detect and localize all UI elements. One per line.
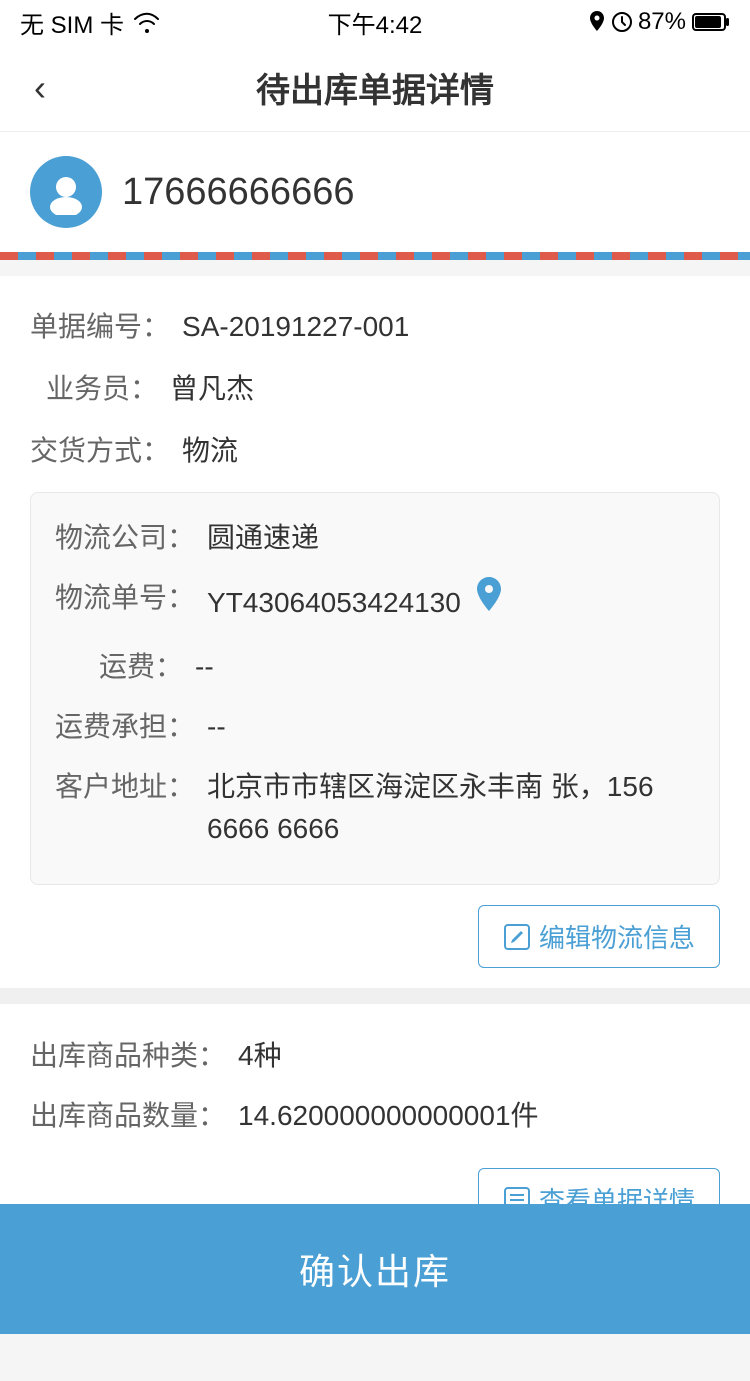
logistics-company-row: 物流公司： 圆通速递 xyxy=(55,517,695,559)
logistics-tracking-label: 物流单号： xyxy=(55,577,207,619)
goods-quantity-value: 14.620000000000001件 xyxy=(238,1094,720,1134)
address-value: 北京市市辖区海淀区永丰南 张，156 6666 6666 xyxy=(207,766,695,850)
goods-types-row: 出库商品种类： 4种 xyxy=(30,1034,720,1074)
logistics-box: 物流公司： 圆通速递 物流单号： YT43064053424130 运费： -- xyxy=(30,492,720,885)
status-left: 无 SIM 卡 xyxy=(20,5,162,40)
logistics-company-label: 物流公司： xyxy=(55,517,207,559)
goods-quantity-label: 出库商品数量： xyxy=(30,1094,238,1134)
address-row: 客户地址： 北京市市辖区海淀区永丰南 张，156 6666 6666 xyxy=(55,766,695,850)
confirm-outbound-button[interactable]: 确认出库 xyxy=(299,1243,451,1295)
goods-quantity-row: 出库商品数量： 14.620000000000001件 xyxy=(30,1094,720,1134)
wifi-icon xyxy=(132,11,162,33)
logistics-tracking-value: YT43064053424130 xyxy=(207,577,695,628)
goods-types-value: 4种 xyxy=(238,1034,720,1074)
tracking-location-icon[interactable] xyxy=(473,577,505,628)
carrier-label: 无 SIM 卡 xyxy=(20,5,124,40)
document-number-row: 单据编号： SA-20191227-001 xyxy=(30,306,720,348)
dashed-divider xyxy=(0,252,750,260)
user-phone: 17666666666 xyxy=(122,171,354,214)
freight-bear-label: 运费承担： xyxy=(55,706,207,748)
document-info-section: 单据编号： SA-20191227-001 业务员： 曾凡杰 交货方式： 物流 … xyxy=(0,276,750,988)
status-bar: 无 SIM 卡 下午4:42 87% xyxy=(0,0,750,44)
battery-label: 87% xyxy=(638,8,686,36)
clock-icon xyxy=(612,12,632,32)
salesman-row: 业务员： 曾凡杰 xyxy=(30,368,720,410)
edit-logistics-label: 编辑物流信息 xyxy=(539,918,695,955)
freight-bear-value: -- xyxy=(207,706,695,748)
bottom-bar: 确认出库 xyxy=(0,1204,750,1334)
user-card: 17666666666 xyxy=(0,132,750,252)
edit-icon xyxy=(503,923,531,951)
freight-value: -- xyxy=(195,646,695,688)
salesman-label: 业务员： xyxy=(30,368,170,410)
logistics-tracking-row: 物流单号： YT43064053424130 xyxy=(55,577,695,628)
avatar xyxy=(30,156,102,228)
battery-icon xyxy=(692,12,730,32)
address-label: 客户地址： xyxy=(55,766,207,808)
delivery-label: 交货方式： xyxy=(30,430,182,472)
logistics-company-value: 圆通速递 xyxy=(207,517,695,559)
freight-label: 运费： xyxy=(55,646,195,688)
freight-bear-row: 运费承担： -- xyxy=(55,706,695,748)
section-divider xyxy=(0,988,750,1004)
back-button[interactable]: ‹ xyxy=(24,57,56,119)
delivery-value: 物流 xyxy=(182,430,720,472)
location-status-icon xyxy=(588,11,606,33)
status-right: 87% xyxy=(588,8,730,36)
delivery-row: 交货方式： 物流 xyxy=(30,430,720,472)
edit-btn-row: 编辑物流信息 xyxy=(30,895,720,968)
salesman-value: 曾凡杰 xyxy=(170,368,720,410)
freight-row: 运费： -- xyxy=(55,646,695,688)
document-number-label: 单据编号： xyxy=(30,306,182,348)
goods-types-label: 出库商品种类： xyxy=(30,1034,238,1074)
document-number-value: SA-20191227-001 xyxy=(182,306,720,348)
time-label: 下午4:42 xyxy=(328,5,423,40)
nav-title: 待出库单据详情 xyxy=(256,63,494,112)
edit-logistics-button[interactable]: 编辑物流信息 xyxy=(478,905,720,968)
nav-bar: ‹ 待出库单据详情 xyxy=(0,44,750,132)
